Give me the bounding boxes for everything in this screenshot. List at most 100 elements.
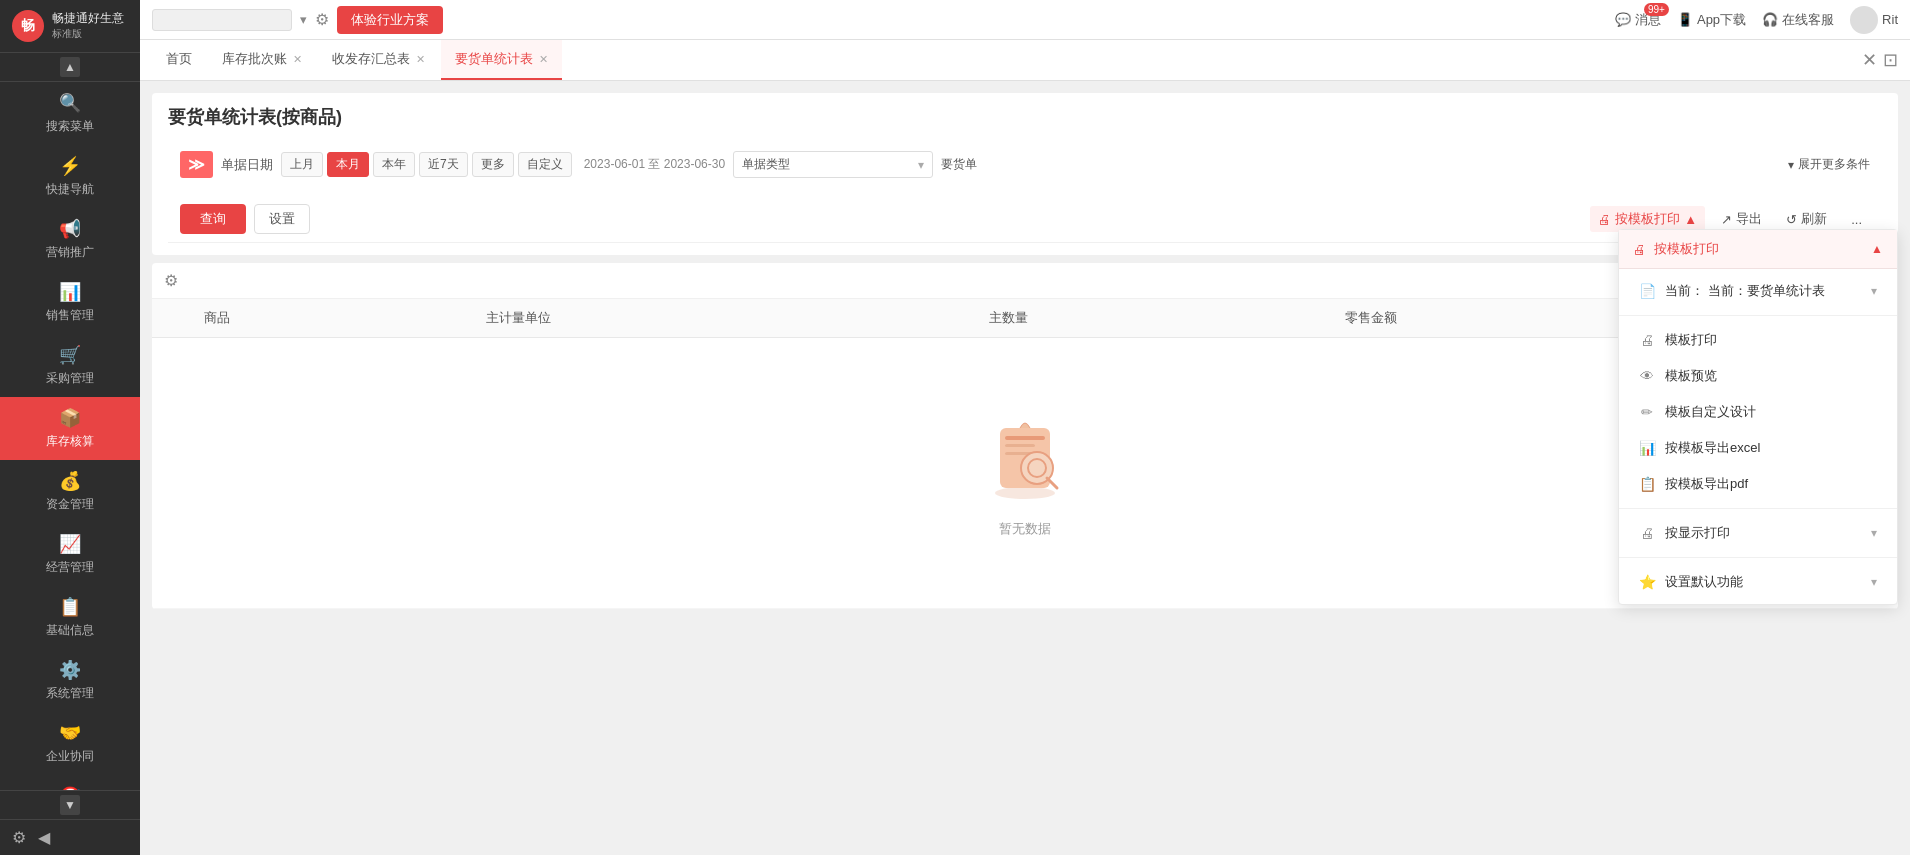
template-print-icon: 🖨 <box>1639 332 1655 348</box>
filter-expand-btn[interactable]: ≫ <box>180 151 213 178</box>
dropdown-set-default[interactable]: ⭐ 设置默认功能 ▾ <box>1619 564 1897 600</box>
topbar-gear-icon[interactable]: ⚙ <box>315 10 329 29</box>
date-btn-more[interactable]: 更多 <box>472 152 514 177</box>
col-goods: 商品 <box>192 299 474 338</box>
tab-collection-summary-close[interactable]: ✕ <box>416 53 425 66</box>
topbar-dropdown-arrow[interactable]: ▾ <box>300 12 307 27</box>
more-actions-button[interactable]: ... <box>1843 208 1870 231</box>
logo-icon: 畅 <box>12 10 44 42</box>
set-default-icon: ⭐ <box>1639 574 1655 590</box>
online-service-label: 在线客服 <box>1782 11 1834 29</box>
sidebar-item-search[interactable]: 🔍 搜索菜单 <box>0 82 140 145</box>
date-range-display: 2023-06-01 至 2023-06-30 <box>584 156 725 173</box>
sidebar-item-finance[interactable]: 💰 资金管理 <box>0 460 140 523</box>
sidebar-collapse-icon[interactable]: ◀ <box>38 828 50 847</box>
tab-home[interactable]: 首页 <box>152 40 206 80</box>
sales-icon: 📊 <box>59 281 81 303</box>
date-group: 上月 本月 本年 近7天 更多 自定义 <box>281 152 572 177</box>
collab-icon: 🤝 <box>59 722 81 744</box>
dropdown-close-arrow[interactable]: ▲ <box>1871 242 1883 256</box>
date-btn-custom[interactable]: 自定义 <box>518 152 572 177</box>
current-item-icon: 📄 <box>1639 283 1655 299</box>
tab-collection-summary-label: 收发存汇总表 <box>332 50 410 68</box>
topbar-search-input[interactable] <box>152 9 292 31</box>
dropdown-template-export-excel[interactable]: 📊 按模板导出excel <box>1619 430 1897 466</box>
sidebar-item-inventory[interactable]: 📦 库存核算 <box>0 397 140 460</box>
date-btn-this-year[interactable]: 本年 <box>373 152 415 177</box>
table-settings-icon[interactable]: ⚙ <box>164 271 178 290</box>
display-print-arrow: ▾ <box>1871 526 1877 540</box>
purchase-icon: 🛒 <box>59 344 81 366</box>
sidebar-item-operation[interactable]: 📈 经营管理 <box>0 523 140 586</box>
dropdown-section-current: 📄 当前： 当前：要货单统计表 ▾ <box>1619 269 1897 313</box>
dropdown-template-export-pdf[interactable]: 📋 按模板导出pdf <box>1619 466 1897 502</box>
dropdown-header[interactable]: 🖨 按模板打印 ▲ <box>1619 230 1897 269</box>
expand-more-label: 展开更多条件 <box>1798 156 1870 173</box>
user-avatar-button[interactable]: Rit <box>1850 6 1898 34</box>
date-btn-7days[interactable]: 近7天 <box>419 152 468 177</box>
finance-icon: 💰 <box>59 470 81 492</box>
dropdown-template-custom[interactable]: ✏ 模板自定义设计 <box>1619 394 1897 430</box>
settings-button[interactable]: 设置 <box>254 204 310 234</box>
dropdown-template-preview[interactable]: 👁 模板预览 <box>1619 358 1897 394</box>
sidebar-scroll-up[interactable]: ▲ <box>60 57 80 77</box>
tabs-expand-button[interactable]: ⊡ <box>1883 49 1898 71</box>
dropdown-template-print[interactable]: 🖨 模板打印 <box>1619 322 1897 358</box>
sidebar-item-marketing[interactable]: 📢 营销推广 <box>0 208 140 271</box>
page-title: 要货单统计表(按商品) <box>168 105 1882 129</box>
set-default-arrow: ▾ <box>1871 575 1877 589</box>
sidebar-item-purchase[interactable]: 🛒 采购管理 <box>0 334 140 397</box>
sidebar-item-label: 系统管理 <box>46 685 94 702</box>
sidebar-nav: 🔍 搜索菜单 ⚡ 快捷导航 📢 营销推广 📊 销售管理 🛒 采购管理 📦 库存核… <box>0 82 140 790</box>
expand-more-button[interactable]: ▾ 展开更多条件 <box>1788 156 1870 173</box>
user-avatar <box>1850 6 1878 34</box>
sidebar-item-collab[interactable]: 🤝 企业协同 <box>0 712 140 775</box>
sidebar-item-quick-nav[interactable]: ⚡ 快捷导航 <box>0 145 140 208</box>
quick-nav-icon: ⚡ <box>59 155 81 177</box>
sidebar-bottom: ⚙ ◀ <box>0 819 140 855</box>
tab-order-stats-label: 要货单统计表 <box>455 50 533 68</box>
print-dropdown: 🖨 按模板打印 ▲ 📄 当前： 当前：要货单统计表 ▾ <box>1618 229 1898 605</box>
dropdown-current-item[interactable]: 📄 当前： 当前：要货单统计表 ▾ <box>1619 273 1897 309</box>
content-area: 要货单统计表(按商品) ≫ 单据日期 上月 本月 本年 近7天 更多 自定义 2… <box>140 81 1910 855</box>
sidebar-item-label: 营销推广 <box>46 244 94 261</box>
app-download-button[interactable]: 📱 App下载 <box>1677 11 1746 29</box>
sidebar-scroll-down[interactable]: ▼ <box>60 795 80 815</box>
tab-collection-summary[interactable]: 收发存汇总表 ✕ <box>318 40 439 80</box>
sidebar-item-sales[interactable]: 📊 销售管理 <box>0 271 140 334</box>
sidebar-item-label: 搜索菜单 <box>46 118 94 135</box>
export-label: 导出 <box>1736 210 1762 228</box>
print-label: 按模板打印 <box>1615 210 1680 228</box>
tab-order-stats-close[interactable]: ✕ <box>539 53 548 66</box>
marketing-icon: 📢 <box>59 218 81 240</box>
current-prefix: 当前： <box>1665 283 1704 298</box>
current-item-arrow: ▾ <box>1871 284 1877 298</box>
dropdown-section-default: ⭐ 设置默认功能 ▾ <box>1619 560 1897 604</box>
messages-button[interactable]: 💬 消息 99+ <box>1615 11 1661 29</box>
order-goods-tag: 要货单 <box>941 156 977 173</box>
app-badge: 标准版 <box>52 27 124 41</box>
sidebar-item-basic[interactable]: 📋 基础信息 <box>0 586 140 649</box>
sidebar-item-guide[interactable]: 🎯 新手引导 <box>0 775 140 790</box>
tabs-close-all-button[interactable]: ✕ <box>1862 49 1877 71</box>
tab-inventory-batch-close[interactable]: ✕ <box>293 53 302 66</box>
query-button[interactable]: 查询 <box>180 204 246 234</box>
sidebar-settings-icon[interactable]: ⚙ <box>12 828 26 847</box>
online-service-button[interactable]: 🎧 在线客服 <box>1762 11 1834 29</box>
dropdown-header-label: 按模板打印 <box>1654 240 1719 258</box>
tab-inventory-batch[interactable]: 库存批次账 ✕ <box>208 40 316 80</box>
trial-button[interactable]: 体验行业方案 <box>337 6 443 34</box>
template-preview-icon: 👁 <box>1639 368 1655 384</box>
tab-home-label: 首页 <box>166 50 192 68</box>
date-btn-last-month[interactable]: 上月 <box>281 152 323 177</box>
order-type-select[interactable]: 单据类型 ▾ <box>733 151 933 178</box>
main-area: ▾ ⚙ 体验行业方案 💬 消息 99+ 📱 App下载 🎧 在线客服 Rit <box>140 0 1910 855</box>
tabs-bar: 首页 库存批次账 ✕ 收发存汇总表 ✕ 要货单统计表 ✕ ✕ ⊡ <box>140 40 1910 81</box>
sidebar-item-system[interactable]: ⚙️ 系统管理 <box>0 649 140 712</box>
operation-icon: 📈 <box>59 533 81 555</box>
search-icon: 🔍 <box>59 92 81 114</box>
tab-order-stats[interactable]: 要货单统计表 ✕ <box>441 40 562 80</box>
date-btn-this-month[interactable]: 本月 <box>327 152 369 177</box>
date-filter-label: 单据日期 <box>221 156 273 174</box>
dropdown-display-print[interactable]: 🖨 按显示打印 ▾ <box>1619 515 1897 551</box>
